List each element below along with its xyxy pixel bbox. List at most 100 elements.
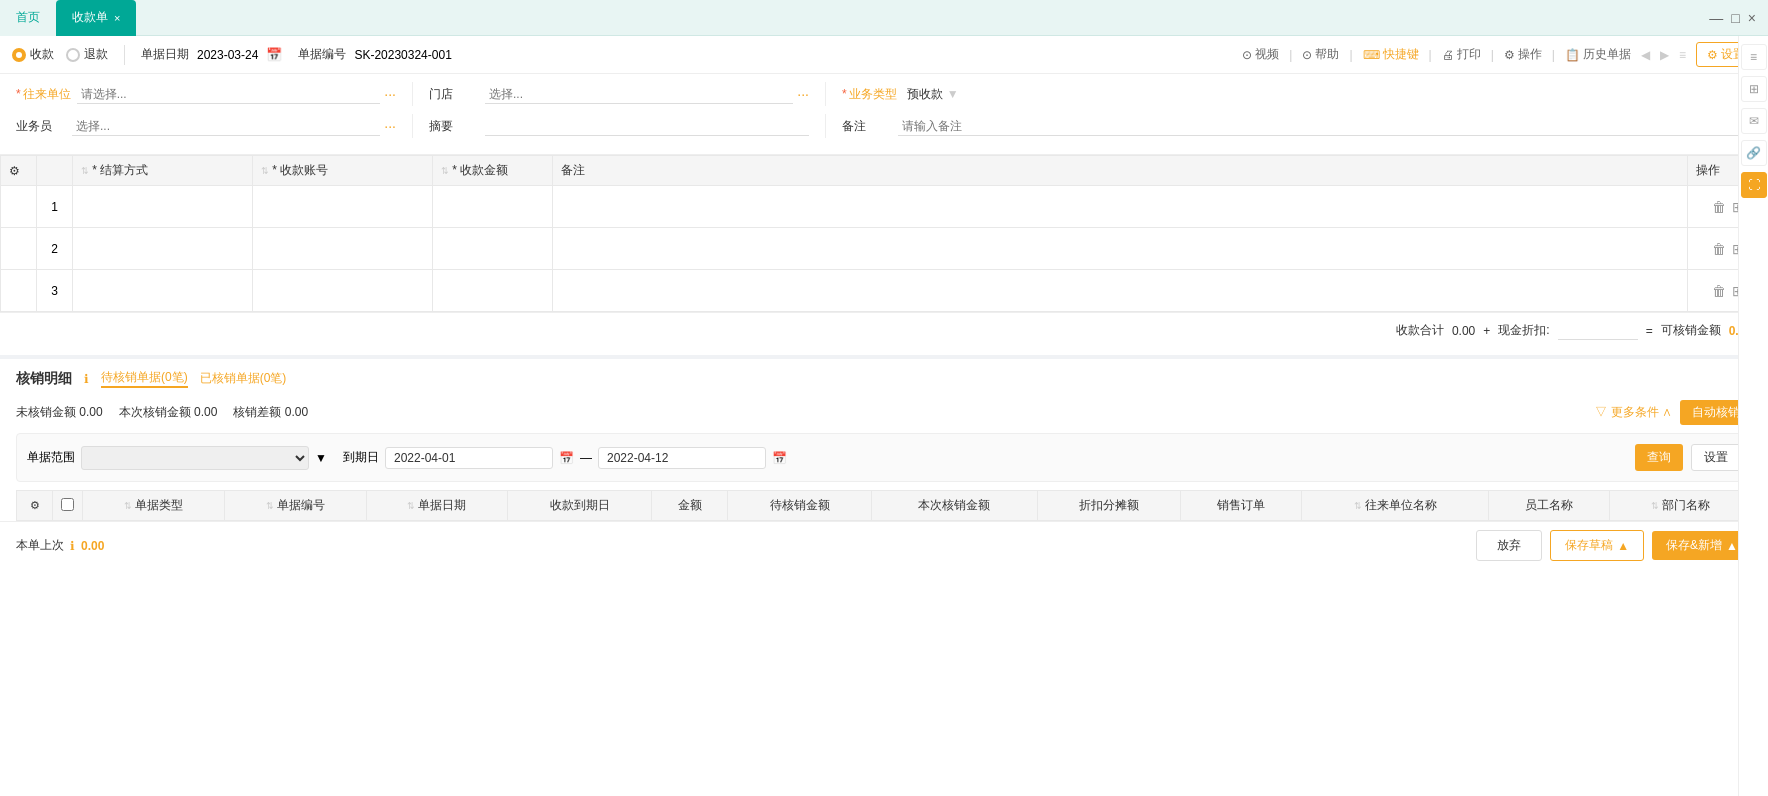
- sidebar-grid-icon[interactable]: ⊞: [1741, 76, 1767, 102]
- row-2-account[interactable]: [253, 228, 433, 270]
- row-3-account[interactable]: [253, 270, 433, 312]
- row-3-amount[interactable]: [433, 270, 553, 312]
- receipt-type-group: 收款 退款: [12, 46, 108, 63]
- staff-input[interactable]: [72, 117, 380, 136]
- staff-more-btn[interactable]: ···: [384, 118, 396, 134]
- cal-from-icon[interactable]: 📅: [559, 451, 574, 465]
- shortcut-btn[interactable]: ⌨ 快捷键: [1363, 46, 1419, 63]
- col-checkbox[interactable]: [53, 491, 83, 521]
- sidebar-email-icon[interactable]: ✉: [1741, 108, 1767, 134]
- save-new-dropdown-icon[interactable]: ▲: [1726, 539, 1738, 553]
- row-2-delete-icon[interactable]: 🗑: [1712, 241, 1726, 257]
- party-input[interactable]: [77, 85, 381, 104]
- info-carry-icon[interactable]: ℹ: [70, 539, 75, 553]
- due-date-from-input[interactable]: [385, 447, 553, 469]
- party-label: *往来单位: [16, 86, 71, 103]
- table-area: ⚙ ⇅ * 结算方式 ⇅ * 收款账号 ⇅ * 收款金额: [0, 155, 1768, 355]
- calendar-icon[interactable]: 📅: [266, 47, 282, 62]
- col-dept-name: ⇅ 部门名称: [1610, 491, 1752, 521]
- history-btn[interactable]: 📋 历史单据: [1565, 46, 1631, 63]
- sidebar-scan-icon[interactable]: ⛶: [1741, 172, 1767, 198]
- row-2-amount[interactable]: [433, 228, 553, 270]
- verify-info-icon[interactable]: ℹ: [84, 372, 89, 386]
- staff-field: 业务员 ···: [16, 117, 396, 136]
- range-dropdown[interactable]: [81, 446, 309, 470]
- store-input[interactable]: [485, 85, 793, 104]
- select-all-checkbox[interactable]: [61, 498, 74, 511]
- row-3-delete-icon[interactable]: 🗑: [1712, 283, 1726, 299]
- row-1-delete-icon[interactable]: 🗑: [1712, 199, 1726, 215]
- done-tab[interactable]: 已核销单据(0笔): [200, 370, 287, 387]
- close-button[interactable]: ×: [1748, 10, 1756, 26]
- more-conditions-btn[interactable]: ▽ 更多条件 ∧: [1595, 404, 1672, 421]
- carry-label: 本单上次: [16, 537, 64, 554]
- tab-home[interactable]: 首页: [0, 0, 56, 36]
- remark-input[interactable]: [898, 117, 1752, 136]
- row-1-setting: [1, 186, 37, 228]
- verify-setting-btn[interactable]: 设置: [1691, 444, 1741, 471]
- row-2-pay-method[interactable]: [73, 228, 253, 270]
- dropdown-arrow-icon: ▼: [315, 451, 327, 465]
- row-1-num: 1: [37, 186, 73, 228]
- history-icon: 📋: [1565, 48, 1580, 62]
- party-more-btn[interactable]: ···: [384, 86, 396, 102]
- toolbar: 收款 退款 单据日期 2023-03-24 📅 单据编号 SK-20230324…: [0, 36, 1768, 74]
- main-content: 收款 退款 单据日期 2023-03-24 📅 单据编号 SK-20230324…: [0, 36, 1768, 796]
- tab-receipt[interactable]: 收款单 ×: [56, 0, 136, 36]
- cal-to-icon[interactable]: 📅: [772, 451, 787, 465]
- col-account: ⇅ * 收款账号: [253, 156, 433, 186]
- print-icon: 🖨: [1442, 48, 1454, 62]
- discount-input[interactable]: [1558, 321, 1638, 340]
- plus-sign: +: [1483, 324, 1490, 338]
- maximize-button[interactable]: □: [1731, 10, 1739, 26]
- date-range-dash: —: [580, 451, 592, 465]
- sidebar-table-icon[interactable]: ≡: [1741, 44, 1767, 70]
- help-btn[interactable]: ⊙ 帮助: [1302, 46, 1339, 63]
- save-draft-btn[interactable]: 保存草稿 ▲: [1550, 530, 1644, 561]
- radio-receive[interactable]: 收款: [12, 46, 54, 63]
- nav-prev-icon[interactable]: ◀: [1641, 48, 1650, 62]
- row-3-pay-method[interactable]: [73, 270, 253, 312]
- summary-input[interactable]: [485, 117, 809, 136]
- row-2-remark[interactable]: [553, 228, 1688, 270]
- video-btn[interactable]: ⊙ 视频: [1242, 46, 1279, 63]
- pending-tab[interactable]: 待核销单据(0笔): [101, 369, 188, 388]
- layout-icon[interactable]: ≡: [1679, 48, 1686, 62]
- operation-btn[interactable]: ⚙ 操作: [1504, 46, 1542, 63]
- business-type-label: *业务类型: [842, 86, 897, 103]
- save-draft-dropdown-icon[interactable]: ▲: [1617, 539, 1629, 553]
- minimize-button[interactable]: —: [1709, 10, 1723, 26]
- range-label: 单据范围: [27, 449, 75, 466]
- due-date-to-input[interactable]: [598, 447, 766, 469]
- query-btn[interactable]: 查询: [1635, 444, 1683, 471]
- range-select-field: 单据范围 ▼: [27, 446, 327, 470]
- row-1-amount[interactable]: [433, 186, 553, 228]
- row-1-pay-method[interactable]: [73, 186, 253, 228]
- row-1-remark[interactable]: [553, 186, 1688, 228]
- col-remark: 备注: [553, 156, 1688, 186]
- discard-btn[interactable]: 放弃: [1476, 530, 1542, 561]
- diff-stat: 核销差额 0.00: [233, 404, 308, 421]
- row-1-account[interactable]: [253, 186, 433, 228]
- discount-label: 现金折扣:: [1498, 322, 1549, 339]
- col-bill-date: ⇅ 单据日期: [366, 491, 508, 521]
- col-num: [37, 156, 73, 186]
- carry-value: 0.00: [81, 539, 104, 553]
- form-row-1: *往来单位 ··· 门店 ··· *业务类型 预收款 ▼: [16, 82, 1752, 106]
- print-btn[interactable]: 🖨 打印: [1442, 46, 1481, 63]
- row-3-remark[interactable]: [553, 270, 1688, 312]
- carry-over-field: 本单上次 ℹ 0.00: [16, 537, 104, 554]
- table-settings-icon[interactable]: ⚙: [9, 164, 20, 178]
- col-settings-bottom[interactable]: ⚙: [17, 491, 53, 521]
- tab-close-icon[interactable]: ×: [114, 12, 120, 24]
- col-current-verify: 本次核销金额: [871, 491, 1037, 521]
- radio-refund[interactable]: 退款: [66, 46, 108, 63]
- save-new-btn[interactable]: 保存&新增 ▲: [1652, 531, 1752, 560]
- sidebar-link-icon[interactable]: 🔗: [1741, 140, 1767, 166]
- business-type-dropdown[interactable]: ▼: [947, 87, 959, 101]
- form-row-2: 业务员 ··· 摘要 备注: [16, 114, 1752, 138]
- col-settings[interactable]: ⚙: [1, 156, 37, 186]
- store-more-btn[interactable]: ···: [797, 86, 809, 102]
- nav-next-icon[interactable]: ▶: [1660, 48, 1669, 62]
- col-bill-num: ⇅ 单据编号: [224, 491, 366, 521]
